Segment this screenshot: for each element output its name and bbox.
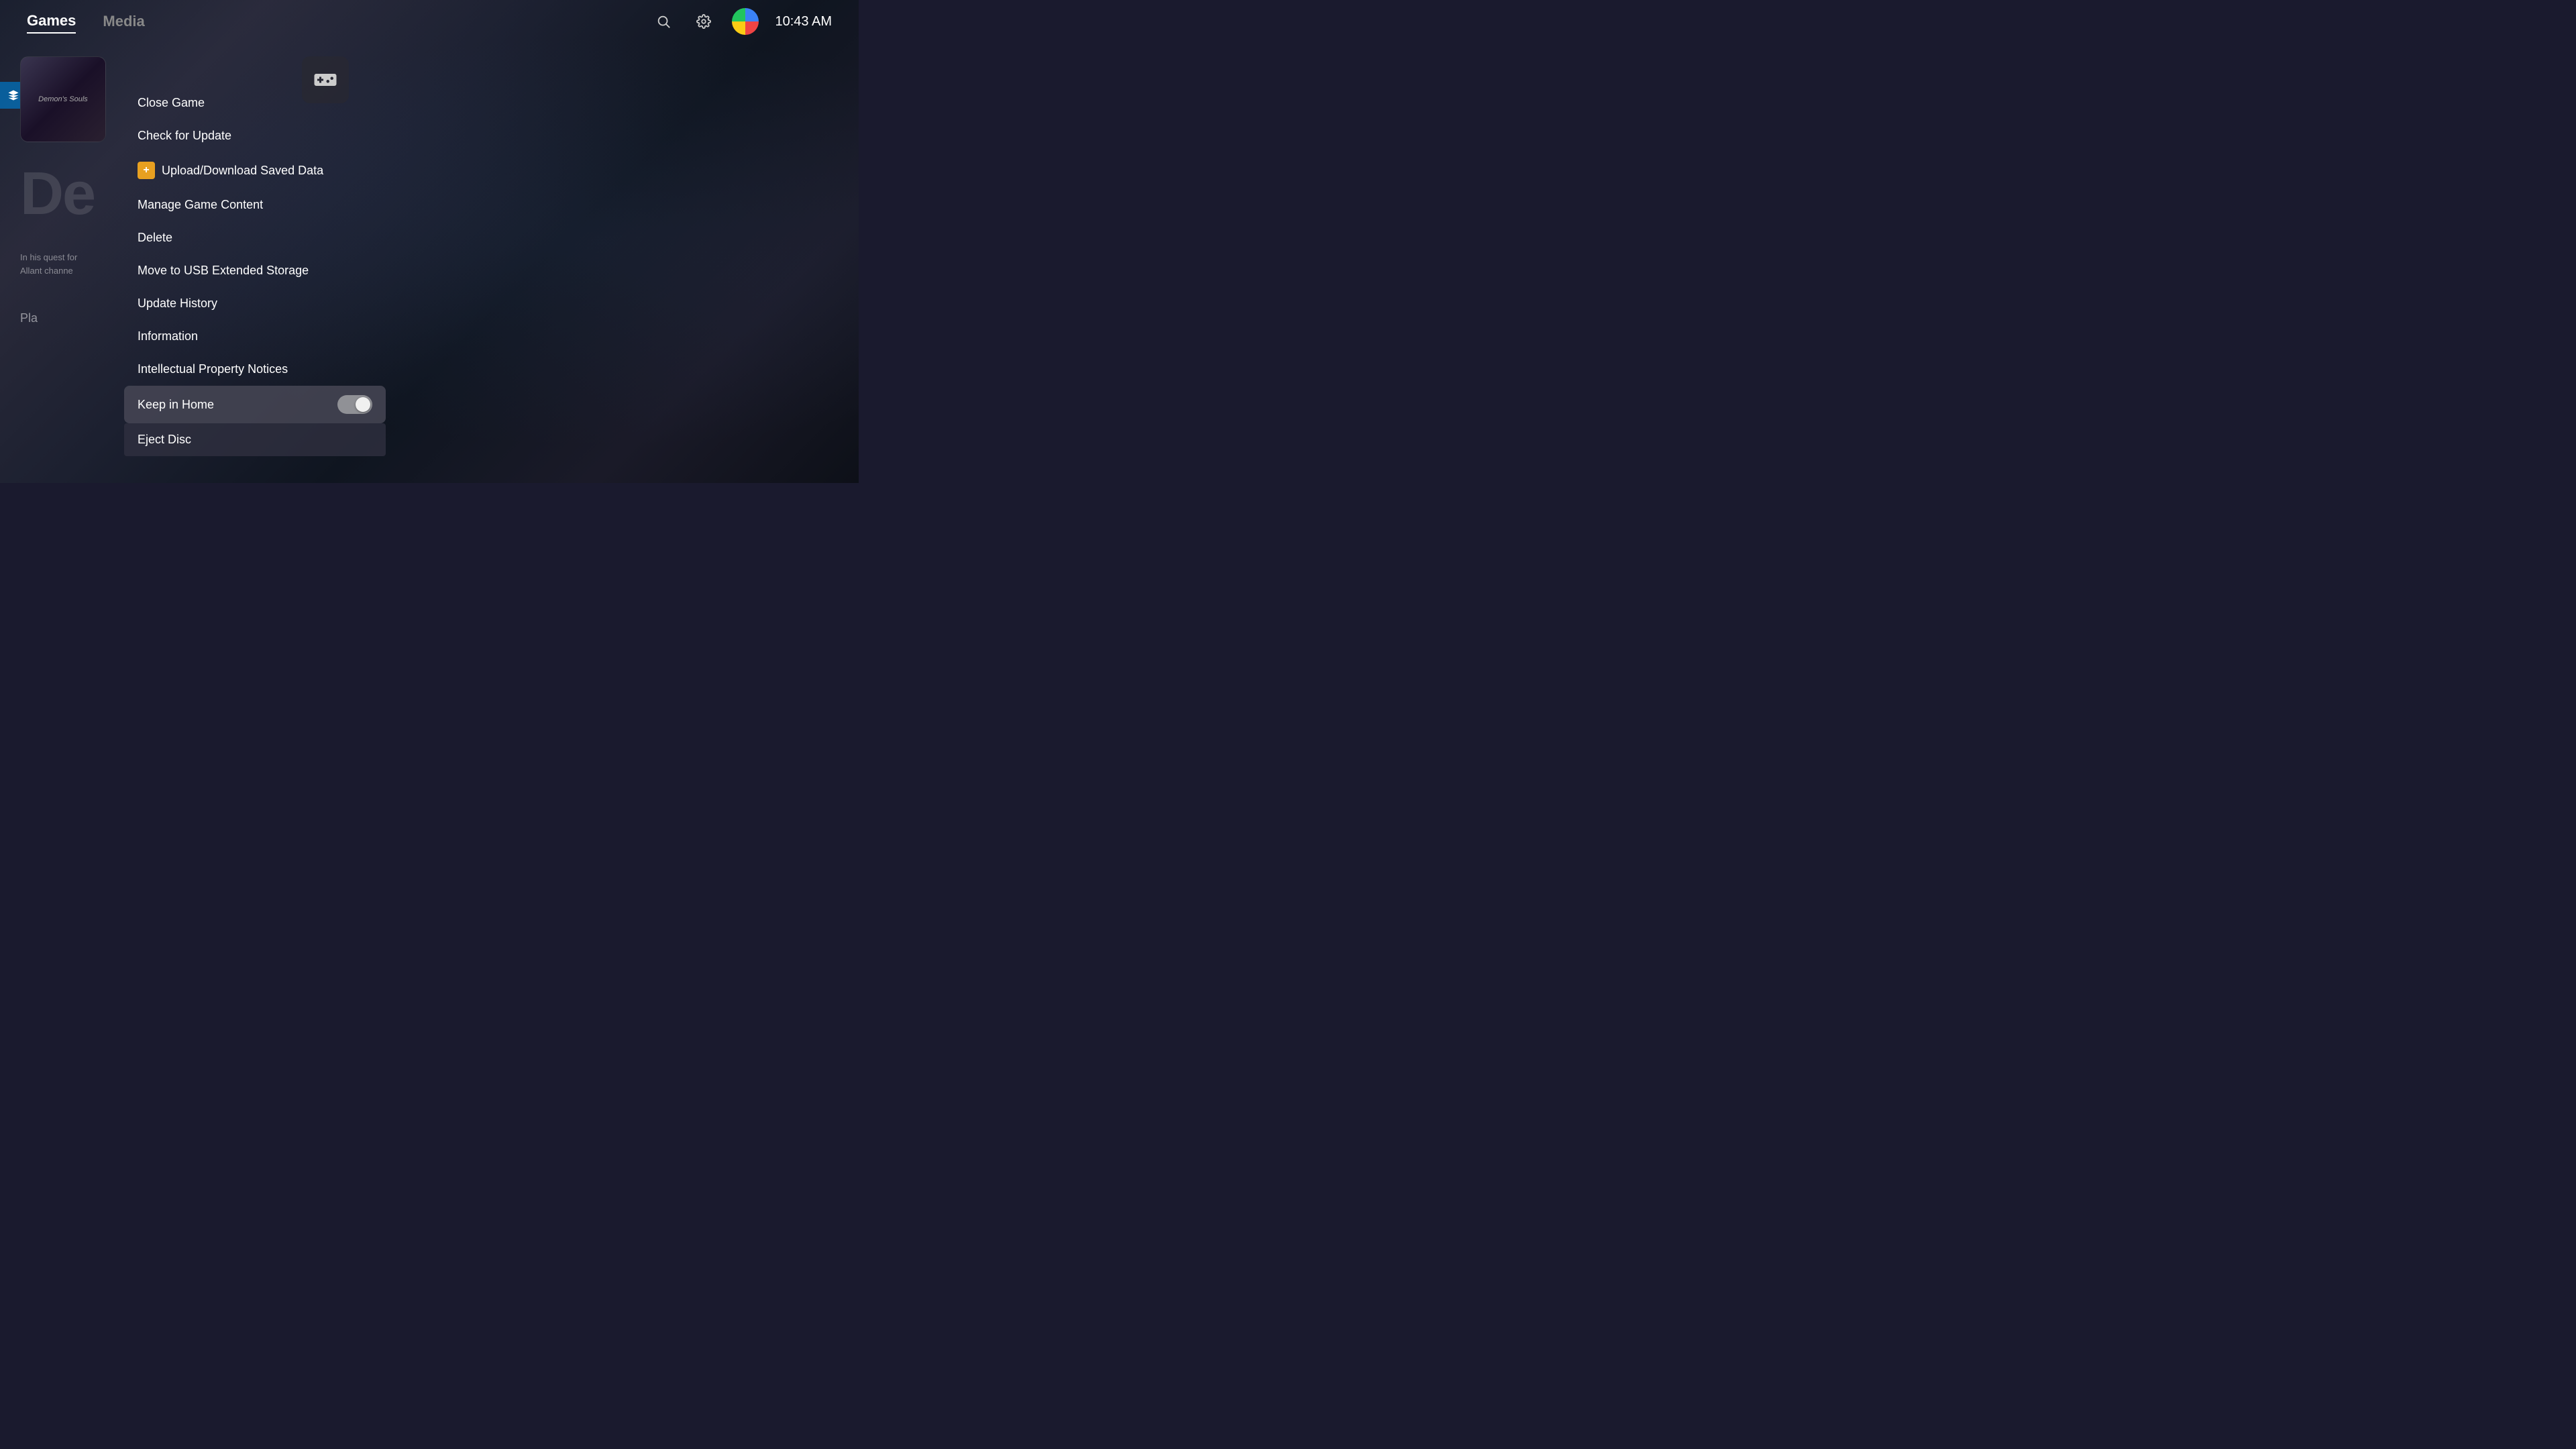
- tab-media[interactable]: Media: [103, 10, 144, 33]
- context-menu: Close Game Check for Update + Upload/Dow…: [124, 87, 386, 456]
- menu-item-information[interactable]: Information: [124, 320, 386, 353]
- eject-disc-label: Eject Disc: [138, 433, 191, 447]
- playstation-logo[interactable]: [732, 8, 759, 35]
- menu-item-manage-content[interactable]: Manage Game Content: [124, 189, 386, 221]
- upload-download-label: Upload/Download Saved Data: [162, 164, 323, 178]
- toggle-knob: [356, 397, 370, 412]
- game-thumbnail-image: Demon's Souls: [21, 57, 105, 142]
- menu-item-upload-download[interactable]: + Upload/Download Saved Data: [124, 152, 386, 189]
- game-desc-line2: Allant channe: [20, 264, 77, 278]
- menu-item-check-update[interactable]: Check for Update: [124, 119, 386, 152]
- close-game-label: Close Game: [138, 96, 205, 110]
- gear-icon: [696, 14, 711, 29]
- play-label: Pla: [20, 311, 38, 325]
- tab-games[interactable]: Games: [27, 9, 76, 34]
- game-thumbnail-area: Demon's Souls: [20, 56, 106, 142]
- game-description: In his quest for Allant channe: [20, 251, 77, 277]
- game-title-background: De: [20, 164, 95, 224]
- keep-home-toggle-container: [337, 395, 372, 414]
- menu-item-delete[interactable]: Delete: [124, 221, 386, 254]
- ps-plus-symbol: +: [143, 165, 149, 176]
- delete-label: Delete: [138, 231, 172, 245]
- game-thumbnail[interactable]: Demon's Souls: [20, 56, 106, 142]
- manage-content-label: Manage Game Content: [138, 198, 263, 212]
- menu-item-ip-notices[interactable]: Intellectual Property Notices: [124, 353, 386, 386]
- ps-plus-icon: +: [138, 162, 155, 179]
- search-button[interactable]: [651, 9, 676, 34]
- menu-item-update-history[interactable]: Update History: [124, 287, 386, 320]
- keep-home-toggle[interactable]: [337, 395, 372, 414]
- top-bar: Games Media 10:43 AM: [0, 0, 859, 43]
- clock: 10:43 AM: [775, 14, 832, 30]
- ip-notices-label: Intellectual Property Notices: [138, 362, 288, 376]
- game-thumbnail-label: Demon's Souls: [36, 93, 91, 106]
- menu-item-move-usb[interactable]: Move to USB Extended Storage: [124, 254, 386, 287]
- update-history-label: Update History: [138, 297, 217, 311]
- search-icon: [656, 14, 671, 29]
- check-update-label: Check for Update: [138, 129, 231, 143]
- main-content: Demon's Souls De In his quest for Allant…: [0, 43, 859, 483]
- navigation-icon: [7, 89, 19, 101]
- move-usb-label: Move to USB Extended Storage: [138, 264, 309, 278]
- menu-item-close-game[interactable]: Close Game: [124, 87, 386, 119]
- keep-home-label: Keep in Home: [138, 398, 214, 412]
- game-title-large-text: De: [20, 164, 95, 224]
- play-area: Pla: [20, 311, 38, 325]
- game-desc-line1: In his quest for: [20, 251, 77, 264]
- settings-button[interactable]: [692, 9, 716, 34]
- top-bar-right: 10:43 AM: [651, 8, 832, 35]
- menu-item-eject-disc[interactable]: Eject Disc: [124, 423, 386, 456]
- menu-item-keep-home[interactable]: Keep in Home: [124, 386, 386, 423]
- nav-tabs: Games Media: [27, 9, 145, 34]
- information-label: Information: [138, 329, 198, 343]
